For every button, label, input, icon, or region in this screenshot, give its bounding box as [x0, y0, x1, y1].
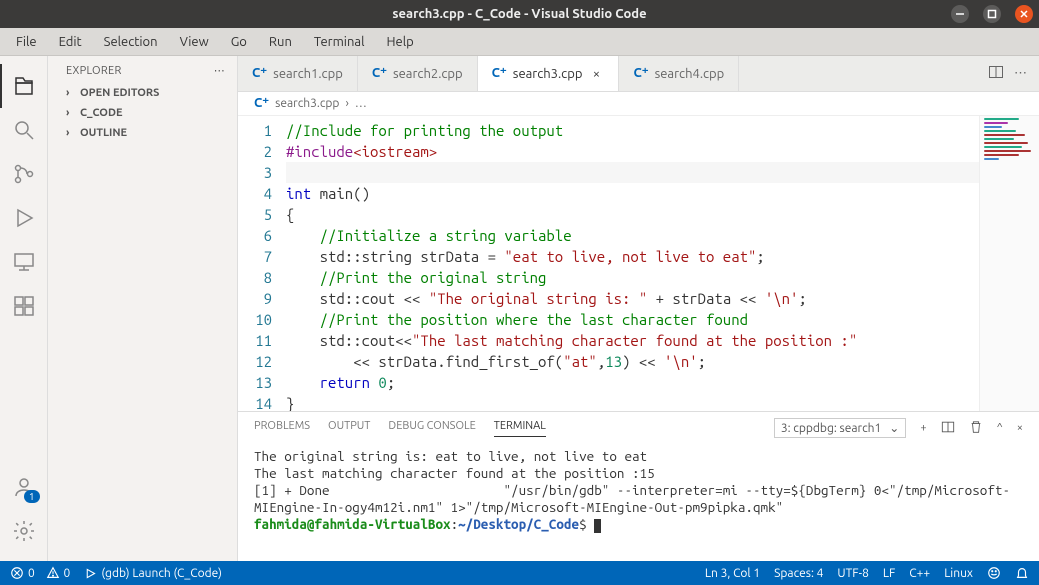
run-debug-icon[interactable]	[0, 196, 48, 240]
menu-edit[interactable]: Edit	[49, 31, 92, 53]
cpp-file-icon: C⁺	[252, 66, 267, 81]
status-lncol[interactable]: Ln 3, Col 1	[705, 567, 760, 580]
tab-actions: ⋯	[976, 56, 1039, 91]
explorer-icon[interactable]	[0, 64, 48, 108]
status-lang[interactable]: C++	[909, 567, 930, 580]
minimap[interactable]	[979, 116, 1039, 411]
status-bar: 0 0 (gdb) Launch (C_Code) Ln 3, Col 1 Sp…	[0, 561, 1039, 585]
panel-tab-problems[interactable]: PROBLEMS	[254, 420, 310, 436]
close-button[interactable]	[1015, 5, 1033, 23]
accounts-badge: 1	[24, 490, 40, 503]
terminal-prompt: fahmida@fahmida-VirtualBox:~/Desktop/C_C…	[254, 516, 1023, 533]
breadcrumb[interactable]: C⁺ search3.cpp › …	[238, 92, 1039, 116]
close-tab-icon[interactable]: ×	[588, 66, 604, 82]
chevron-down-icon: ⌄	[889, 421, 899, 435]
kill-terminal-icon[interactable]	[969, 420, 983, 437]
breadcrumb-more: …	[355, 97, 367, 110]
status-problems[interactable]: 0 0	[10, 566, 70, 580]
menu-view[interactable]: View	[170, 31, 219, 53]
status-feedback-icon[interactable]	[987, 566, 1001, 580]
terminal-cursor	[594, 519, 601, 533]
sidebar-section-open-editors[interactable]: ›OPEN EDITORS	[48, 83, 237, 103]
terminal-body[interactable]: The original string is: eat to live, not…	[238, 442, 1039, 561]
editor-area: C⁺search1.cpp C⁺search2.cpp C⁺search3.cp…	[238, 56, 1039, 561]
tab-search2[interactable]: C⁺search2.cpp	[358, 56, 478, 91]
window-controls	[951, 5, 1033, 23]
terminal-line: [1] + Done "/usr/bin/gdb" --interpreter=…	[254, 482, 1023, 516]
status-os[interactable]: Linux	[944, 567, 973, 580]
split-terminal-icon[interactable]	[941, 420, 955, 437]
menu-go[interactable]: Go	[221, 31, 257, 53]
cpp-file-icon: C⁺	[254, 96, 269, 111]
editor-body[interactable]: 1234567891011121314 //Include for printi…	[238, 116, 1039, 411]
cpp-file-icon: C⁺	[633, 66, 648, 81]
status-launch[interactable]: (gdb) Launch (C_Code)	[84, 567, 222, 580]
sidebar-section-workspace[interactable]: ›C_CODE	[48, 103, 237, 123]
tab-search1[interactable]: C⁺search1.cpp	[238, 56, 358, 91]
window-title: search3.cpp - C_Code - Visual Studio Cod…	[0, 7, 1039, 21]
panel-tab-output[interactable]: OUTPUT	[328, 420, 370, 436]
sidebar-more-icon[interactable]: ⋯	[214, 64, 225, 77]
accounts-icon[interactable]: 1	[0, 465, 48, 509]
settings-icon[interactable]	[0, 509, 48, 553]
breadcrumb-sep: ›	[345, 97, 348, 110]
terminal-line: The original string is: eat to live, not…	[254, 448, 1023, 465]
sidebar: EXPLORER ⋯ ›OPEN EDITORS ›C_CODE ›OUTLIN…	[48, 56, 238, 561]
tab-search3[interactable]: C⁺search3.cpp×	[478, 56, 620, 91]
terminal-line: The last matching character found at the…	[254, 465, 1023, 482]
minimize-button[interactable]	[951, 5, 969, 23]
titlebar: search3.cpp - C_Code - Visual Studio Cod…	[0, 0, 1039, 28]
split-editor-icon[interactable]	[988, 64, 1004, 83]
menu-file[interactable]: File	[6, 31, 47, 53]
status-encoding[interactable]: UTF-8	[837, 567, 868, 580]
chevron-right-icon: ›	[66, 127, 76, 139]
menu-help[interactable]: Help	[376, 31, 423, 53]
search-icon[interactable]	[0, 108, 48, 152]
chevron-right-icon: ›	[66, 87, 76, 99]
cpp-file-icon: C⁺	[372, 66, 387, 81]
close-panel-icon[interactable]: ×	[1017, 422, 1023, 434]
sidebar-section-outline[interactable]: ›OUTLINE	[48, 123, 237, 143]
source-control-icon[interactable]	[0, 152, 48, 196]
breadcrumb-file: search3.cpp	[275, 97, 339, 110]
panel-tab-debug-console[interactable]: DEBUG CONSOLE	[388, 420, 475, 436]
panel-tab-terminal[interactable]: TERMINAL	[494, 420, 546, 437]
status-eol[interactable]: LF	[883, 567, 895, 580]
menu-terminal[interactable]: Terminal	[304, 31, 375, 53]
extensions-icon[interactable]	[0, 284, 48, 328]
sidebar-header: EXPLORER ⋯	[48, 56, 237, 83]
bottom-panel: PROBLEMS OUTPUT DEBUG CONSOLE TERMINAL 3…	[238, 411, 1039, 561]
code-content[interactable]: //Include for printing the output#includ…	[286, 116, 979, 411]
tab-bar: C⁺search1.cpp C⁺search2.cpp C⁺search3.cp…	[238, 56, 1039, 92]
panel-tabs: PROBLEMS OUTPUT DEBUG CONSOLE TERMINAL 3…	[238, 412, 1039, 442]
remote-explorer-icon[interactable]	[0, 240, 48, 284]
new-terminal-icon[interactable]: +	[920, 422, 926, 434]
activity-bar: 1	[0, 56, 48, 561]
terminal-selector[interactable]: 3: cppdbg: search1⌄	[774, 418, 907, 438]
cpp-file-icon: C⁺	[492, 66, 507, 81]
status-notifications-icon[interactable]	[1015, 566, 1029, 580]
menubar: File Edit Selection View Go Run Terminal…	[0, 28, 1039, 56]
tab-search4[interactable]: C⁺search4.cpp	[619, 56, 739, 91]
menu-selection[interactable]: Selection	[94, 31, 168, 53]
maximize-panel-icon[interactable]: ^	[997, 422, 1003, 434]
status-spaces[interactable]: Spaces: 4	[774, 567, 823, 580]
chevron-right-icon: ›	[66, 107, 76, 119]
maximize-button[interactable]	[983, 5, 1001, 23]
sidebar-title: EXPLORER	[66, 65, 122, 77]
more-actions-icon[interactable]: ⋯	[1014, 66, 1027, 81]
menu-run[interactable]: Run	[259, 31, 302, 53]
line-gutter: 1234567891011121314	[238, 116, 286, 411]
